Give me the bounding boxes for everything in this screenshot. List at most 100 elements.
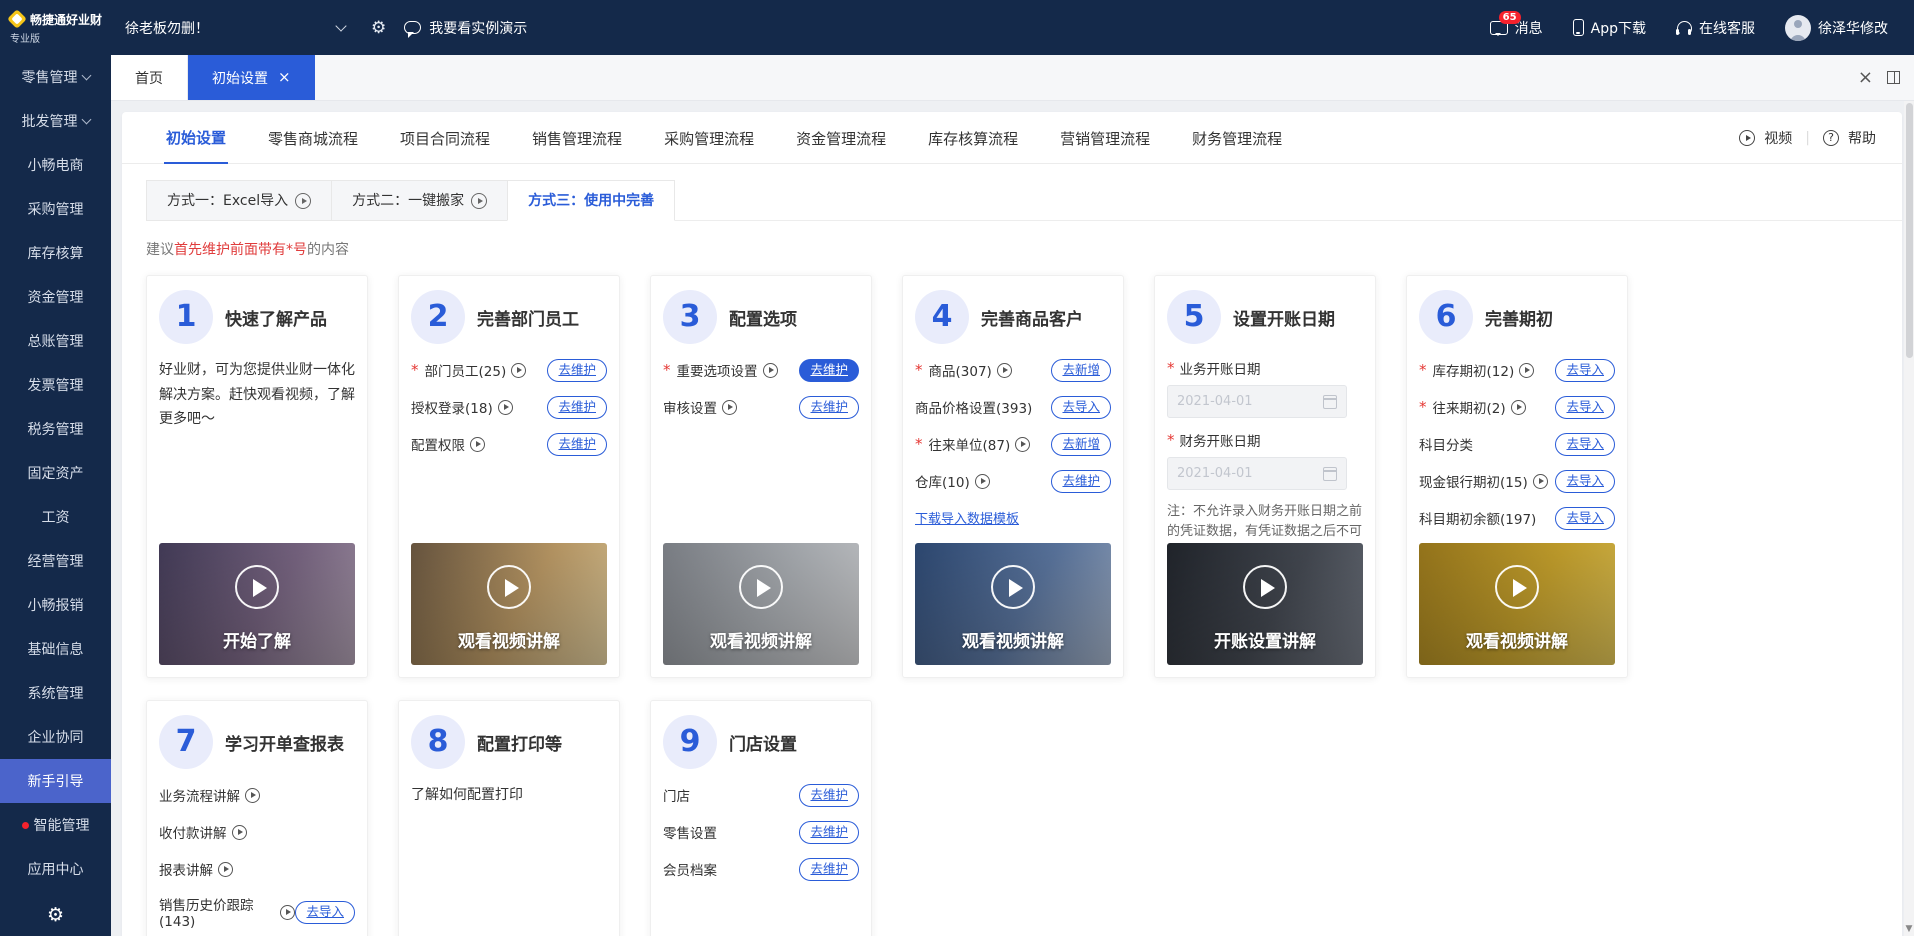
play-icon[interactable]: [470, 436, 485, 452]
video-thumbnail[interactable]: 开始了解: [159, 543, 355, 665]
video-play-icon[interactable]: [1495, 565, 1539, 609]
sidebar-item-企业协同[interactable]: 企业协同: [0, 715, 111, 759]
sidebar-gear-icon[interactable]: ⚙: [0, 904, 111, 926]
content-tab-零售商城流程[interactable]: 零售商城流程: [266, 128, 360, 163]
video-play-icon[interactable]: [991, 565, 1035, 609]
video-play-icon[interactable]: [487, 565, 531, 609]
method-tab-方式三：使用中完善[interactable]: 方式三：使用中完善: [507, 180, 676, 221]
action-button-去维护[interactable]: 去维护: [799, 783, 859, 807]
tab-初始设置[interactable]: 初始设置 ×: [188, 55, 315, 100]
split-screen-icon[interactable]: [1887, 71, 1900, 84]
action-button-去维护[interactable]: 去维护: [547, 432, 607, 456]
sidebar-item-批发管理[interactable]: 批发管理: [0, 99, 111, 143]
action-button-去导入[interactable]: 去导入: [1555, 395, 1615, 419]
sidebar-item-label: 新手引导: [27, 774, 84, 790]
content-tab-营销管理流程[interactable]: 营销管理流程: [1058, 128, 1152, 163]
action-button-去导入[interactable]: 去导入: [295, 900, 355, 924]
content-tab-库存核算流程[interactable]: 库存核算流程: [926, 128, 1020, 163]
sidebar-item-基础信息[interactable]: 基础信息: [0, 627, 111, 671]
method-tab-方式二：一键搬家[interactable]: 方式二：一键搬家: [331, 180, 509, 221]
video-thumbnail[interactable]: 观看视频讲解: [411, 543, 607, 665]
tab-label: 初始设置: [212, 70, 268, 87]
demo-link[interactable]: 我要看实例演示: [404, 18, 527, 38]
action-button-去维护[interactable]: 去维护: [799, 358, 859, 382]
content-tab-财务管理流程[interactable]: 财务管理流程: [1190, 128, 1284, 163]
sidebar-item-税务管理[interactable]: 税务管理: [0, 407, 111, 451]
video-link[interactable]: 视频: [1764, 128, 1792, 148]
play-icon[interactable]: [245, 787, 260, 803]
video-thumbnail[interactable]: 观看视频讲解: [663, 543, 859, 665]
sidebar-item-库存核算[interactable]: 库存核算: [0, 231, 111, 275]
online-service-button[interactable]: 在线客服: [1676, 18, 1755, 38]
action-button-去维护[interactable]: 去维护: [799, 857, 859, 881]
play-icon[interactable]: [1510, 399, 1526, 415]
action-button-去导入[interactable]: 去导入: [1555, 469, 1615, 493]
play-icon[interactable]: [1015, 436, 1031, 452]
sidebar-item-小畅电商[interactable]: 小畅电商: [0, 143, 111, 187]
account-set-dropdown[interactable]: 徐老板勿删！: [111, 0, 361, 55]
help-link[interactable]: 帮助: [1848, 128, 1876, 148]
settings-gear-icon[interactable]: ⚙: [371, 18, 386, 38]
action-button-去维护[interactable]: 去维护: [1051, 469, 1111, 493]
content-tab-初始设置[interactable]: 初始设置: [164, 127, 229, 164]
play-icon[interactable]: [497, 399, 513, 415]
sidebar-item-工资[interactable]: 工资: [0, 495, 111, 539]
play-icon[interactable]: [722, 399, 737, 415]
action-button-去导入[interactable]: 去导入: [1555, 432, 1615, 456]
video-thumbnail[interactable]: 开账设置讲解: [1167, 543, 1363, 665]
sidebar-item-系统管理[interactable]: 系统管理: [0, 671, 111, 715]
close-icon[interactable]: ×: [1858, 68, 1873, 87]
sidebar-item-应用中心[interactable]: 应用中心: [0, 847, 111, 891]
sidebar-item-总账管理[interactable]: 总账管理: [0, 319, 111, 363]
date-input[interactable]: 2021-04-01: [1167, 385, 1347, 418]
action-button-去导入[interactable]: 去导入: [1555, 506, 1615, 530]
sidebar-item-发票管理[interactable]: 发票管理: [0, 363, 111, 407]
play-icon[interactable]: [1519, 362, 1535, 378]
vertical-scrollbar[interactable]: ▼: [1904, 101, 1914, 936]
video-thumbnail[interactable]: 观看视频讲解: [915, 543, 1111, 665]
play-icon[interactable]: [280, 904, 296, 920]
sidebar-item-经营管理[interactable]: 经营管理: [0, 539, 111, 583]
action-button-去导入[interactable]: 去导入: [1051, 395, 1111, 419]
method-tab-方式一：Excel导入[interactable]: 方式一：Excel导入: [146, 180, 333, 221]
action-button-去新增[interactable]: 去新增: [1051, 432, 1111, 456]
sidebar-item-采购管理[interactable]: 采购管理: [0, 187, 111, 231]
action-button-去新增[interactable]: 去新增: [1051, 358, 1111, 382]
tab-首页[interactable]: 首页: [111, 55, 188, 100]
content-tab-资金管理流程[interactable]: 资金管理流程: [794, 128, 888, 163]
play-icon[interactable]: [762, 362, 778, 378]
messages-button[interactable]: 65 消息: [1489, 10, 1543, 38]
app-download-button[interactable]: App下载: [1572, 18, 1646, 38]
action-button-去维护[interactable]: 去维护: [547, 358, 607, 382]
action-button-去维护[interactable]: 去维护: [799, 395, 859, 419]
action-button-去导入[interactable]: 去导入: [1555, 358, 1615, 382]
scrollbar-down-arrow[interactable]: ▼: [1904, 924, 1914, 934]
play-icon[interactable]: [1532, 473, 1548, 489]
action-button-去维护[interactable]: 去维护: [547, 395, 607, 419]
sidebar-item-小畅报销[interactable]: 小畅报销: [0, 583, 111, 627]
content-tab-销售管理流程[interactable]: 销售管理流程: [530, 128, 624, 163]
video-play-icon[interactable]: [739, 565, 783, 609]
video-play-icon[interactable]: [235, 565, 279, 609]
download-template-link[interactable]: 下载导入数据模板: [915, 508, 1019, 527]
sidebar-item-资金管理[interactable]: 资金管理: [0, 275, 111, 319]
user-menu[interactable]: 徐泽华修改: [1785, 14, 1888, 41]
sidebar-item-智能管理[interactable]: 智能管理: [0, 803, 111, 847]
play-icon[interactable]: [996, 362, 1012, 378]
content-tab-采购管理流程[interactable]: 采购管理流程: [662, 128, 756, 163]
sidebar-item-固定资产[interactable]: 固定资产: [0, 451, 111, 495]
video-thumbnail[interactable]: 观看视频讲解: [1419, 543, 1615, 665]
item-label: 门店: [663, 785, 690, 805]
play-icon[interactable]: [974, 473, 990, 489]
play-icon[interactable]: [218, 861, 233, 877]
video-play-icon[interactable]: [1243, 565, 1287, 609]
close-tab-icon[interactable]: ×: [278, 70, 291, 85]
play-icon[interactable]: [511, 362, 527, 378]
action-button-去维护[interactable]: 去维护: [799, 820, 859, 844]
scrollbar-thumb[interactable]: [1905, 103, 1913, 358]
content-tab-项目合同流程[interactable]: 项目合同流程: [398, 128, 492, 163]
sidebar-item-零售管理[interactable]: 零售管理: [0, 55, 111, 99]
sidebar-item-新手引导[interactable]: 新手引导: [0, 759, 111, 803]
date-input[interactable]: 2021-04-01: [1167, 457, 1347, 490]
play-icon[interactable]: [231, 824, 247, 840]
